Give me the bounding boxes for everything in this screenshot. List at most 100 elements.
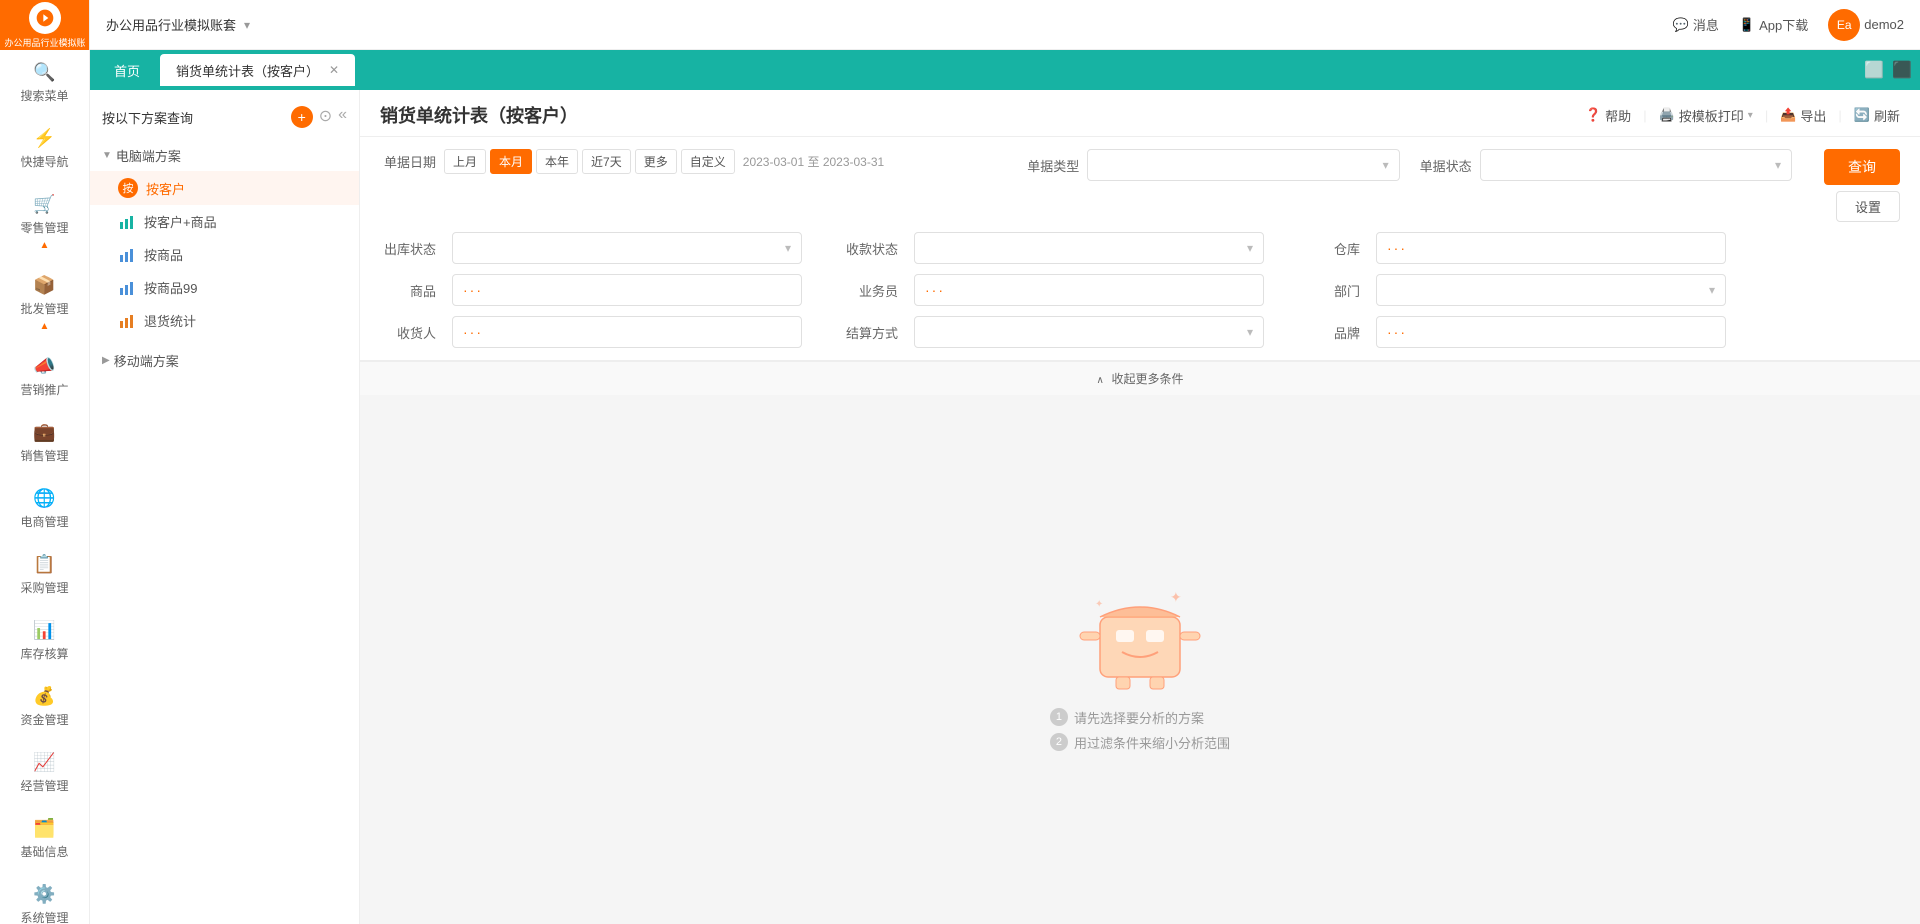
desktop-section-arrow: ▼ (102, 150, 112, 161)
sidebar-item-wholesale-label: 批发管理 (20, 300, 68, 317)
dept-select[interactable]: ▾ (1376, 274, 1726, 306)
finance-icon: 💰 (33, 686, 55, 707)
window-maximize-icon[interactable]: ⬛ (1892, 60, 1912, 80)
window-minimize-icon[interactable]: ⬜ (1864, 60, 1884, 80)
refresh-button[interactable]: 🔄 刷新 (1854, 106, 1900, 125)
scheme-panel: 按以下方案查询 + ⊙ « ▼ 电脑端方案 按 按客户 (90, 90, 360, 924)
consignee-label: 收货人 (380, 323, 436, 342)
help-button[interactable]: ❓ 帮助 (1585, 106, 1631, 125)
customer-goods-label: 按客户+商品 (144, 212, 217, 231)
export-label: 导出 (1800, 106, 1826, 125)
retail-icon: 🛒 (33, 194, 55, 215)
collapse-text: 收起更多条件 (1111, 372, 1183, 386)
wholesale-icon: 📦 (33, 275, 55, 296)
inventory-icon: 📊 (33, 620, 55, 641)
brand-select[interactable]: ··· (1376, 316, 1726, 348)
page-actions: ❓ 帮助 | 🖨️ 按模板打印 ▾ | 📤 导出 | (1585, 106, 1900, 125)
date-custom[interactable]: 自定义 (681, 149, 735, 174)
settings-button[interactable]: 设置 (1836, 191, 1900, 222)
scheme-item-by-goods[interactable]: 按商品 (90, 238, 359, 271)
sidebar-item-ecommerce[interactable]: 🌐 电商管理 (0, 476, 89, 542)
date-this-month[interactable]: 本月 (490, 149, 532, 174)
page-title: 销货单统计表（按客户） (380, 102, 578, 128)
date-button-group: 上月 本月 本年 近7天 更多 自定义 2023-03-01 至 2023-03… (444, 149, 884, 174)
sidebar-item-quicknav-label: 快捷导航 (20, 153, 68, 170)
page-title-bar: 销货单统计表（按客户） ❓ 帮助 | 🖨️ 按模板打印 ▾ | 📤 (360, 90, 1920, 137)
sidebar-item-retail[interactable]: 🛒 零售管理 ▲ (0, 182, 89, 263)
sidebar-item-ecommerce-label: 电商管理 (20, 513, 68, 530)
user-profile[interactable]: Ea demo2 (1828, 9, 1904, 41)
hint-text-1: 请先选择要分析的方案 (1074, 708, 1204, 727)
date-last-7days[interactable]: 近7天 (582, 149, 631, 174)
sidebar-item-purchase[interactable]: 📋 采购管理 (0, 542, 89, 608)
dept-dropdown-icon: ▾ (1709, 283, 1715, 297)
filter-area: 单据日期 上月 本月 本年 近7天 更多 自定义 2023-03-01 至 20… (360, 137, 1920, 361)
sidebar-item-quicknav[interactable]: ⚡ 快捷导航 (0, 116, 89, 182)
empty-hint: ✦ ✦ 1 请先选择要分析的方案 2 用过滤条件来缩小分析范围 (1050, 562, 1230, 758)
tab-sales-stat-label: 销货单统计表（按客户） (176, 61, 319, 80)
sidebar-item-sales-label: 销售管理 (20, 447, 68, 464)
scheme-section-mobile-header[interactable]: ▶ 移动端方案 (90, 345, 359, 376)
sidebar-item-purchase-label: 采购管理 (20, 579, 68, 596)
avatar-text: Ea (1837, 18, 1852, 32)
date-last-month[interactable]: 上月 (444, 149, 486, 174)
brand-dots: ··· (1387, 324, 1407, 340)
sidebar-item-search[interactable]: 🔍 搜索菜单 (0, 50, 89, 116)
top-header: 办公用品行业模拟账套 ▾ 💬 消息 📱 App下载 Ea demo2 (90, 0, 1920, 50)
main-content: 销货单统计表（按客户） ❓ 帮助 | 🖨️ 按模板打印 ▾ | 📤 (360, 90, 1920, 924)
tab-sales-stat[interactable]: 销货单统计表（按客户） ✕ (160, 54, 355, 86)
scheme-section-desktop-header[interactable]: ▼ 电脑端方案 (90, 140, 359, 171)
sidebar-item-system-label: 系统管理 (20, 909, 68, 924)
scheme-item-return-stat[interactable]: 退货统计 (90, 304, 359, 337)
scheme-item-customer-goods[interactable]: 按客户+商品 (90, 205, 359, 238)
scheme-add-button[interactable]: + (291, 106, 313, 128)
sidebar-item-operations[interactable]: 📈 经营管理 (0, 740, 89, 806)
sidebar-item-retail-label: 零售管理 (20, 219, 68, 236)
out-status-select[interactable]: ▾ (452, 232, 802, 264)
collapse-bar[interactable]: ∧ 收起更多条件 (360, 361, 1920, 395)
warehouse-select[interactable]: ··· (1376, 232, 1726, 264)
scheme-edit-icon[interactable]: ⊙ (319, 106, 332, 128)
ecommerce-icon: 🌐 (33, 488, 55, 509)
search-menu-icon: 🔍 (33, 62, 55, 83)
hint-item-1: 1 请先选择要分析的方案 (1050, 708, 1230, 727)
salesperson-select[interactable]: ··· (914, 274, 1264, 306)
tab-home[interactable]: 首页 (98, 54, 156, 86)
scheme-section-desktop: ▼ 电脑端方案 按 按客户 按客户+商品 按商品 (90, 136, 359, 341)
sidebar-item-inventory-label: 库存核算 (20, 645, 68, 662)
export-button[interactable]: 📤 导出 (1780, 106, 1826, 125)
payment-select[interactable]: ▾ (914, 316, 1264, 348)
receive-status-dropdown-icon: ▾ (1247, 241, 1253, 255)
consignee-select[interactable]: ··· (452, 316, 802, 348)
logo-text: 办公用品行业模拟账套 (5, 36, 85, 49)
goods-select[interactable]: ··· (452, 274, 802, 306)
scheme-collapse-icon[interactable]: « (338, 106, 347, 128)
doc-type-select[interactable]: ▾ (1087, 149, 1399, 181)
scheme-item-goods-99[interactable]: 按商品99 (90, 271, 359, 304)
date-this-year[interactable]: 本年 (536, 149, 578, 174)
doc-status-select[interactable]: ▾ (1480, 149, 1792, 181)
scheme-item-by-customer[interactable]: 按 按客户 (90, 171, 359, 205)
header-dropdown-icon[interactable]: ▾ (244, 18, 250, 32)
print-button[interactable]: 🖨️ 按模板打印 ▾ (1659, 106, 1753, 125)
sidebar-item-wholesale[interactable]: 📦 批发管理 ▲ (0, 263, 89, 344)
date-more[interactable]: 更多 (635, 149, 677, 174)
message-button[interactable]: 💬 消息 (1673, 15, 1719, 34)
query-button[interactable]: 查询 (1824, 149, 1900, 185)
sidebar-item-search-label: 搜索菜单 (20, 87, 68, 104)
dept-label: 部门 (1304, 281, 1360, 300)
warehouse-dots: ··· (1387, 240, 1407, 256)
tab-close-icon[interactable]: ✕ (329, 63, 339, 77)
sidebar-item-inventory[interactable]: 📊 库存核算 (0, 608, 89, 674)
sidebar-logo[interactable]: 办公用品行业模拟账套 (0, 0, 89, 50)
sidebar-item-marketing[interactable]: 📣 营销推广 (0, 344, 89, 410)
sidebar-item-sales[interactable]: 💼 销售管理 (0, 410, 89, 476)
receive-status-select[interactable]: ▾ (914, 232, 1264, 264)
app-download-button[interactable]: 📱 App下载 (1739, 15, 1808, 34)
sidebar-item-system[interactable]: ⚙️ 系统管理 (0, 872, 89, 924)
scheme-panel-header: 按以下方案查询 + ⊙ « (90, 98, 359, 136)
retail-expand-icon: ▲ (40, 240, 50, 251)
sidebar-item-finance[interactable]: 💰 资金管理 (0, 674, 89, 740)
sidebar-item-basic[interactable]: 🗂️ 基础信息 (0, 806, 89, 872)
quicknav-icon: ⚡ (33, 128, 55, 149)
